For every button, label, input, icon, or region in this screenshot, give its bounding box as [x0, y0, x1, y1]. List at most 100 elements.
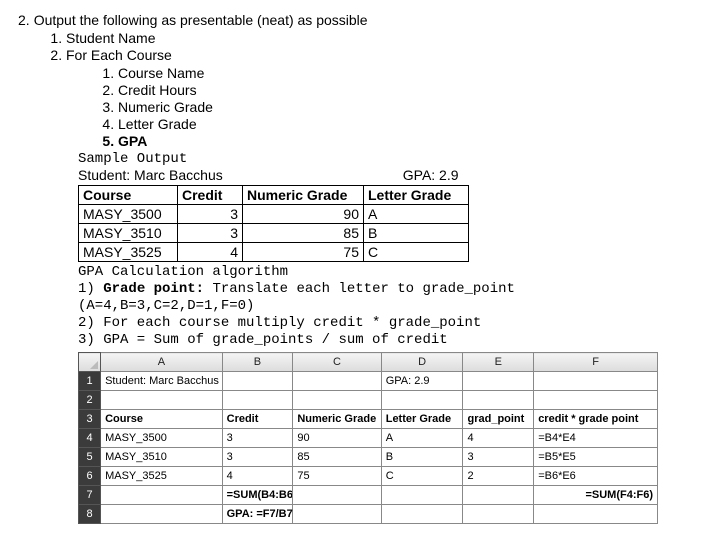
cell-credit: 3 — [178, 205, 243, 224]
cell-E1[interactable] — [463, 372, 534, 391]
algo-line2: 2) For each course multiply credit * gra… — [78, 315, 702, 331]
cell-B8[interactable]: GPA: =F7/B7 — [222, 505, 293, 524]
cell-D3[interactable]: Letter Grade — [381, 410, 463, 429]
row-7[interactable]: 7 — [79, 486, 101, 505]
cell-F8[interactable] — [534, 505, 658, 524]
sheet-row: 7 =SUM(B4:B6) =SUM(F4:F6) — [79, 486, 658, 505]
item-for-each-course: For Each Course — [66, 47, 702, 63]
cell-C1[interactable] — [293, 372, 381, 391]
cell-A3[interactable]: Course — [101, 410, 223, 429]
cell-D7[interactable] — [381, 486, 463, 505]
sheet-row: 2 — [79, 391, 658, 410]
sheet-row: 3 Course Credit Numeric Grade Letter Gra… — [79, 410, 658, 429]
col-D[interactable]: D — [381, 353, 463, 372]
cell-C8[interactable] — [293, 505, 381, 524]
cell-A6[interactable]: MASY_3525 — [101, 467, 223, 486]
cell-C3[interactable]: Numeric Grade — [293, 410, 381, 429]
col-E[interactable]: E — [463, 353, 534, 372]
cell-course: MASY_3525 — [79, 243, 178, 262]
cell-F1[interactable] — [534, 372, 658, 391]
sheet-row: 6 MASY_3525 4 75 C 2 =B6*E6 — [79, 467, 658, 486]
cell-A1[interactable]: Student: Marc Bacchus — [101, 372, 223, 391]
sheet-row: 1 Student: Marc Bacchus GPA: 2.9 — [79, 372, 658, 391]
spreadsheet: A B C D E F 1 Student: Marc Bacchus GPA:… — [78, 352, 658, 524]
algo-line1-paren: (A=4,B=3,C=2,D=1,F=0) — [78, 298, 702, 314]
row-8[interactable]: 8 — [79, 505, 101, 524]
cell-B5[interactable]: 3 — [222, 448, 293, 467]
cell-F7[interactable]: =SUM(F4:F6) — [534, 486, 658, 505]
cell-credit: 4 — [178, 243, 243, 262]
cell-course: MASY_3510 — [79, 224, 178, 243]
sample-student: Student: Marc Bacchus — [78, 167, 223, 183]
cell-letter: C — [364, 243, 469, 262]
cell-B6[interactable]: 4 — [222, 467, 293, 486]
algo-title: GPA Calculation algorithm — [78, 264, 702, 280]
subitem-letter-grade: Letter Grade — [118, 116, 702, 132]
algo-gradepoint: Grade point: — [103, 281, 204, 297]
sheet-row: 5 MASY_3510 3 85 B 3 =B5*E5 — [79, 448, 658, 467]
cell-D5[interactable]: B — [381, 448, 463, 467]
cell-B1[interactable] — [222, 372, 293, 391]
sheet-row: 8 GPA: =F7/B7 — [79, 505, 658, 524]
cell-E4[interactable]: 4 — [463, 429, 534, 448]
sample-student-row: Student: Marc Bacchus GPA: 2.9 — [78, 167, 702, 183]
col-A[interactable]: A — [101, 353, 223, 372]
cell-B4[interactable]: 3 — [222, 429, 293, 448]
cell-letter: A — [364, 205, 469, 224]
cell-E3[interactable]: grad_point — [463, 410, 534, 429]
question-prompt: 2. Output the following as presentable (… — [18, 12, 702, 28]
cell-D1[interactable]: GPA: 2.9 — [381, 372, 463, 391]
table-row: MASY_3500 3 90 A — [79, 205, 469, 224]
cell-F5[interactable]: =B5*E5 — [534, 448, 658, 467]
table-row: MASY_3525 4 75 C — [79, 243, 469, 262]
cell-credit: 3 — [178, 224, 243, 243]
cell-F4[interactable]: =B4*E4 — [534, 429, 658, 448]
cell-A5[interactable]: MASY_3510 — [101, 448, 223, 467]
cell-A8[interactable] — [101, 505, 223, 524]
cell-F6[interactable]: =B6*E6 — [534, 467, 658, 486]
col-C[interactable]: C — [293, 353, 381, 372]
cell-C4[interactable]: 90 — [293, 429, 381, 448]
row-3[interactable]: 3 — [79, 410, 101, 429]
cell-B7[interactable]: =SUM(B4:B6) — [222, 486, 293, 505]
cell-C7[interactable] — [293, 486, 381, 505]
question-text: Output the following as presentable (nea… — [34, 12, 368, 28]
cell-num: 90 — [243, 205, 364, 224]
cell-A7[interactable] — [101, 486, 223, 505]
cell-D4[interactable]: A — [381, 429, 463, 448]
row-1[interactable]: 1 — [79, 372, 101, 391]
algo-1-rest: Translate each letter to grade_point — [204, 281, 515, 297]
row-2[interactable]: 2 — [79, 391, 101, 410]
cell-E5[interactable]: 3 — [463, 448, 534, 467]
cell-A4[interactable]: MASY_3500 — [101, 429, 223, 448]
select-all-corner[interactable] — [79, 353, 101, 372]
row-6[interactable]: 6 — [79, 467, 101, 486]
cell-A2[interactable] — [101, 391, 223, 410]
col-header-row: A B C D E F — [79, 353, 658, 372]
algo-1-num: 1) — [78, 281, 103, 297]
subitem-credit-hours: Credit Hours — [118, 82, 702, 98]
cell-num: 75 — [243, 243, 364, 262]
cell-F3[interactable]: credit * grade point — [534, 410, 658, 429]
cell-E8[interactable] — [463, 505, 534, 524]
col-B[interactable]: B — [222, 353, 293, 372]
cell-D8[interactable] — [381, 505, 463, 524]
cell-E7[interactable] — [463, 486, 534, 505]
cell-C6[interactable]: 75 — [293, 467, 381, 486]
cell-D6[interactable]: C — [381, 467, 463, 486]
th-numeric: Numeric Grade — [243, 186, 364, 205]
algo-line3: 3) GPA = Sum of grade_points / sum of cr… — [78, 332, 702, 348]
row-4[interactable]: 4 — [79, 429, 101, 448]
col-F[interactable]: F — [534, 353, 658, 372]
sample-table: Course Credit Numeric Grade Letter Grade… — [78, 185, 469, 262]
th-credit: Credit — [178, 186, 243, 205]
row-5[interactable]: 5 — [79, 448, 101, 467]
table-row: MASY_3510 3 85 B — [79, 224, 469, 243]
subitem-gpa: GPA — [118, 133, 702, 149]
cell-E6[interactable]: 2 — [463, 467, 534, 486]
sample-gpa: GPA: 2.9 — [403, 167, 459, 183]
cell-C5[interactable]: 85 — [293, 448, 381, 467]
th-letter: Letter Grade — [364, 186, 469, 205]
sample-output-title: Sample Output — [78, 151, 702, 167]
cell-B3[interactable]: Credit — [222, 410, 293, 429]
